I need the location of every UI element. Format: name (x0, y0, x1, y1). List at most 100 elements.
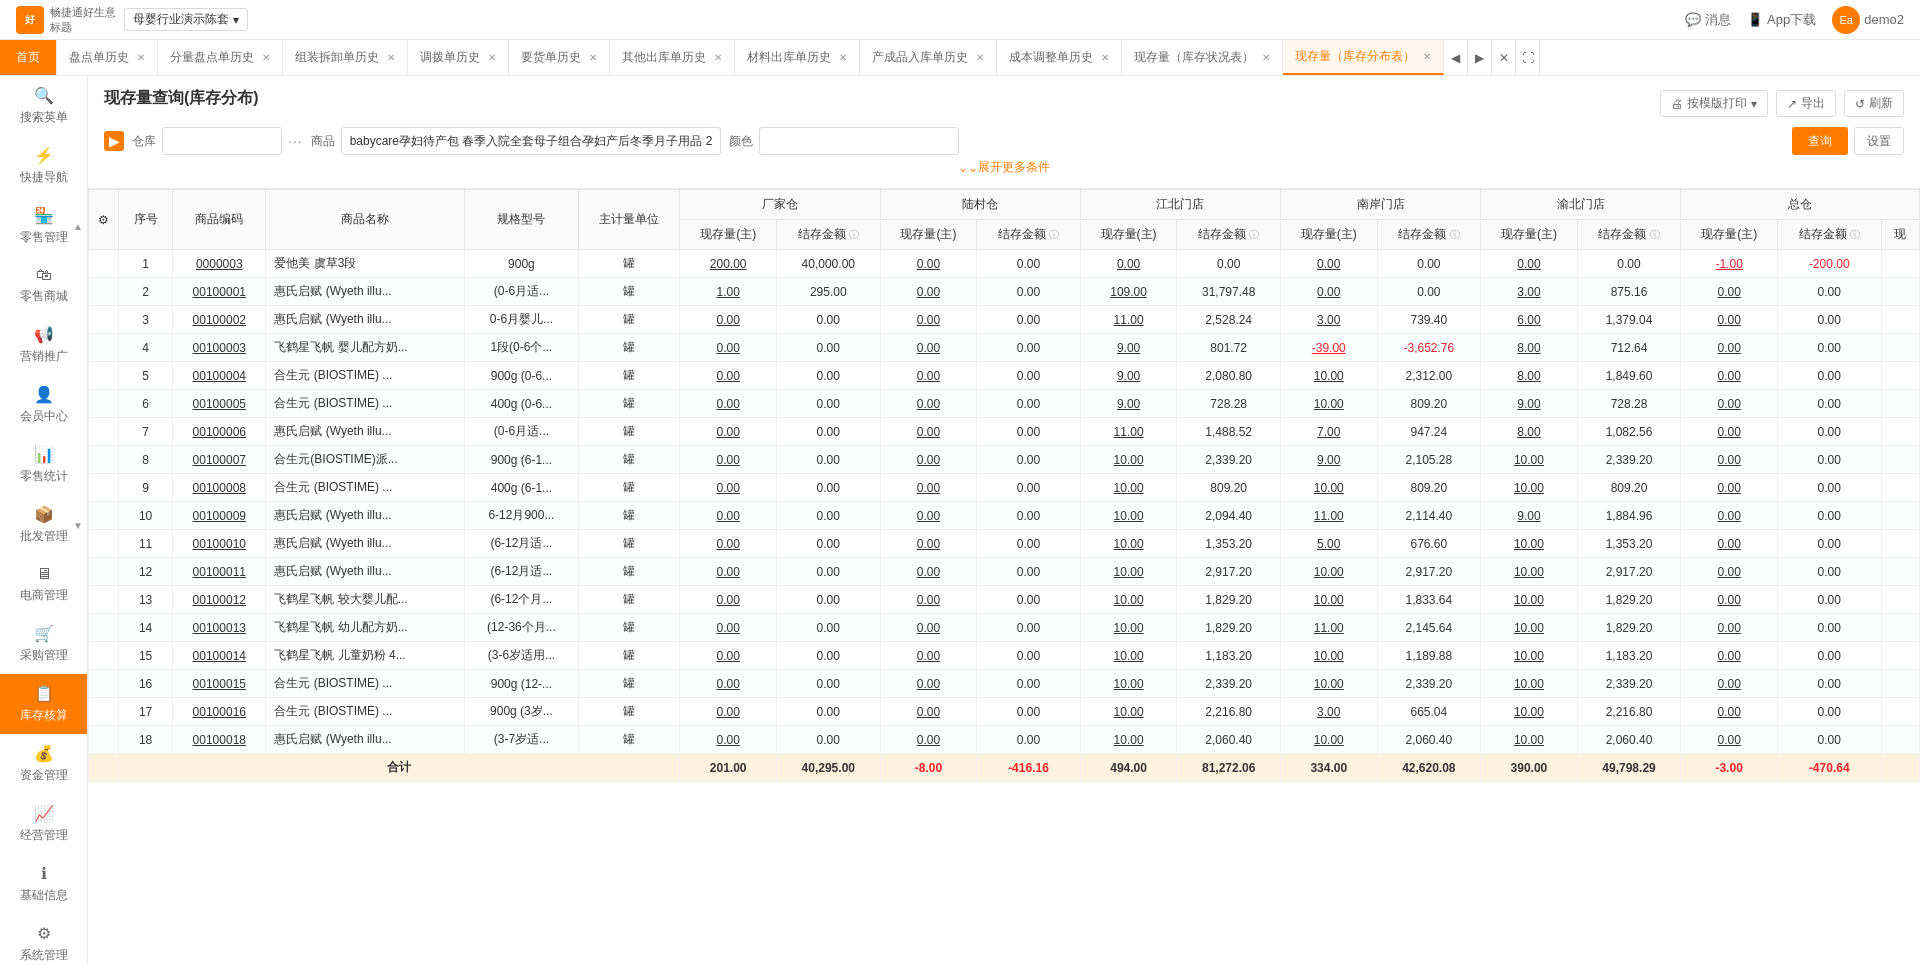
td-total-qty[interactable]: 0.00 (1681, 390, 1778, 418)
td-ybc-qty[interactable]: 10.00 (1481, 614, 1578, 642)
td-nac-qty[interactable]: 7.00 (1280, 418, 1377, 446)
tab-cost-adjust[interactable]: 成本调整单历史 ✕ (997, 40, 1122, 75)
td-code[interactable]: 00100016 (173, 698, 266, 726)
td-total-qty[interactable]: 0.00 (1681, 586, 1778, 614)
td-total-qty[interactable]: 0.00 (1681, 670, 1778, 698)
nav-next-btn[interactable]: ▶ (1468, 40, 1492, 76)
sidebar-item-marketing[interactable]: 📢 营销推广 (0, 315, 87, 375)
td-total-qty[interactable]: 0.00 (1681, 334, 1778, 362)
td-jbc-qty[interactable]: 9.00 (1080, 390, 1177, 418)
td-lcc-qty[interactable]: 0.00 (880, 670, 977, 698)
print-btn[interactable]: 🖨 按模版打印 ▾ (1660, 90, 1768, 117)
td-cgc-qty[interactable]: 1.00 (680, 278, 777, 306)
td-jbc-qty[interactable]: 10.00 (1080, 670, 1177, 698)
td-total-qty[interactable]: 0.00 (1681, 642, 1778, 670)
tab-stock-status[interactable]: 现存量（库存状况表） ✕ (1122, 40, 1283, 75)
td-lcc-qty[interactable]: 0.00 (880, 642, 977, 670)
td-ybc-qty[interactable]: 9.00 (1481, 390, 1578, 418)
close-icon[interactable]: ✕ (1101, 52, 1109, 63)
td-cgc-qty[interactable]: 0.00 (680, 474, 777, 502)
tab-stock-distribution[interactable]: 现存量（库存分布表） ✕ (1283, 40, 1444, 75)
td-jbc-qty[interactable]: 0.00 (1080, 250, 1177, 278)
td-cgc-qty[interactable]: 0.00 (680, 530, 777, 558)
td-code[interactable]: 00100007 (173, 446, 266, 474)
td-total-qty[interactable]: 0.00 (1681, 698, 1778, 726)
tab-requisition[interactable]: 要货单历史 ✕ (509, 40, 610, 75)
td-ybc-qty[interactable]: 8.00 (1481, 418, 1578, 446)
td-code[interactable]: 00100004 (173, 362, 266, 390)
td-jbc-qty[interactable]: 10.00 (1080, 698, 1177, 726)
tab-home[interactable]: 首页 (0, 40, 57, 75)
td-nac-qty[interactable]: 10.00 (1280, 390, 1377, 418)
td-lcc-qty[interactable]: 0.00 (880, 558, 977, 586)
tab-inventory-history2[interactable]: 分量盘点单历史 ✕ (158, 40, 283, 75)
close-icon[interactable]: ✕ (488, 52, 496, 63)
color-input[interactable] (759, 127, 959, 155)
tab-inventory-history[interactable]: 盘点单历史 ✕ (57, 40, 158, 75)
td-total-qty[interactable]: 0.00 (1681, 530, 1778, 558)
td-jbc-qty[interactable]: 10.00 (1080, 558, 1177, 586)
td-nac-qty[interactable]: 11.00 (1280, 502, 1377, 530)
td-code[interactable]: 00100013 (173, 614, 266, 642)
sidebar-item-retail-shop[interactable]: 🛍 零售商城 (0, 256, 87, 315)
td-cgc-qty[interactable]: 0.00 (680, 362, 777, 390)
td-ybc-qty[interactable]: 10.00 (1481, 642, 1578, 670)
nav-prev-btn[interactable]: ◀ (1444, 40, 1468, 76)
close-icon[interactable]: ✕ (387, 52, 395, 63)
td-nac-qty[interactable]: 10.00 (1280, 642, 1377, 670)
td-jbc-qty[interactable]: 10.00 (1080, 586, 1177, 614)
td-ybc-qty[interactable]: 10.00 (1481, 670, 1578, 698)
sidebar-item-basic-info[interactable]: ℹ 基础信息 (0, 854, 87, 914)
close-icon[interactable]: ✕ (1423, 51, 1431, 62)
td-total-qty[interactable]: 0.00 (1681, 446, 1778, 474)
td-cgc-qty[interactable]: 0.00 (680, 334, 777, 362)
td-ybc-qty[interactable]: 9.00 (1481, 502, 1578, 530)
sidebar-item-purchase[interactable]: 🛒 采购管理 (0, 614, 87, 674)
td-jbc-qty[interactable]: 10.00 (1080, 726, 1177, 754)
td-jbc-qty[interactable]: 10.00 (1080, 446, 1177, 474)
close-icon[interactable]: ✕ (714, 52, 722, 63)
td-jbc-qty[interactable]: 10.00 (1080, 474, 1177, 502)
td-ybc-qty[interactable]: 8.00 (1481, 362, 1578, 390)
goods-input[interactable] (341, 127, 721, 155)
export-btn[interactable]: ↗ 导出 (1776, 90, 1836, 117)
td-code[interactable]: 00100010 (173, 530, 266, 558)
td-jbc-qty[interactable]: 109.00 (1080, 278, 1177, 306)
td-nac-qty[interactable]: -39.00 (1280, 334, 1377, 362)
refresh-btn[interactable]: ↺ 刷新 (1844, 90, 1904, 117)
td-cgc-qty[interactable]: 0.00 (680, 670, 777, 698)
td-jbc-qty[interactable]: 10.00 (1080, 530, 1177, 558)
td-code[interactable]: 00100015 (173, 670, 266, 698)
tab-out-others[interactable]: 其他出库单历史 ✕ (610, 40, 735, 75)
td-total-qty[interactable]: 0.00 (1681, 278, 1778, 306)
td-code[interactable]: 00100009 (173, 502, 266, 530)
sidebar-item-ecommerce[interactable]: 🖥 电商管理 (0, 555, 87, 614)
td-code[interactable]: 00100002 (173, 306, 266, 334)
app-download-btn[interactable]: 📱 App下载 (1747, 11, 1816, 29)
td-cgc-qty[interactable]: 0.00 (680, 586, 777, 614)
td-total-qty[interactable]: 0.00 (1681, 418, 1778, 446)
td-lcc-qty[interactable]: 0.00 (880, 698, 977, 726)
td-cgc-qty[interactable]: 0.00 (680, 502, 777, 530)
sidebar-item-retail-mgmt[interactable]: 🏪 零售管理 ▲ (0, 196, 87, 256)
td-cgc-qty[interactable]: 200.00 (680, 250, 777, 278)
td-ybc-qty[interactable]: 6.00 (1481, 306, 1578, 334)
sidebar-item-nav[interactable]: ⚡ 快捷导航 (0, 136, 87, 196)
td-ybc-qty[interactable]: 10.00 (1481, 558, 1578, 586)
close-icon[interactable]: ✕ (1262, 52, 1270, 63)
td-nac-qty[interactable]: 10.00 (1280, 586, 1377, 614)
td-nac-qty[interactable]: 9.00 (1280, 446, 1377, 474)
td-jbc-qty[interactable]: 10.00 (1080, 614, 1177, 642)
td-lcc-qty[interactable]: 0.00 (880, 446, 977, 474)
td-jbc-qty[interactable]: 9.00 (1080, 362, 1177, 390)
td-nac-qty[interactable]: 3.00 (1280, 306, 1377, 334)
td-lcc-qty[interactable]: 0.00 (880, 474, 977, 502)
td-code[interactable]: 00100001 (173, 278, 266, 306)
message-btn[interactable]: 💬 消息 (1685, 11, 1731, 29)
td-ybc-qty[interactable]: 10.00 (1481, 446, 1578, 474)
td-code[interactable]: 00100012 (173, 586, 266, 614)
td-cgc-qty[interactable]: 0.00 (680, 446, 777, 474)
td-jbc-qty[interactable]: 10.00 (1080, 502, 1177, 530)
sidebar-item-inventory[interactable]: 📋 库存核算 (0, 674, 87, 734)
td-cgc-qty[interactable]: 0.00 (680, 614, 777, 642)
